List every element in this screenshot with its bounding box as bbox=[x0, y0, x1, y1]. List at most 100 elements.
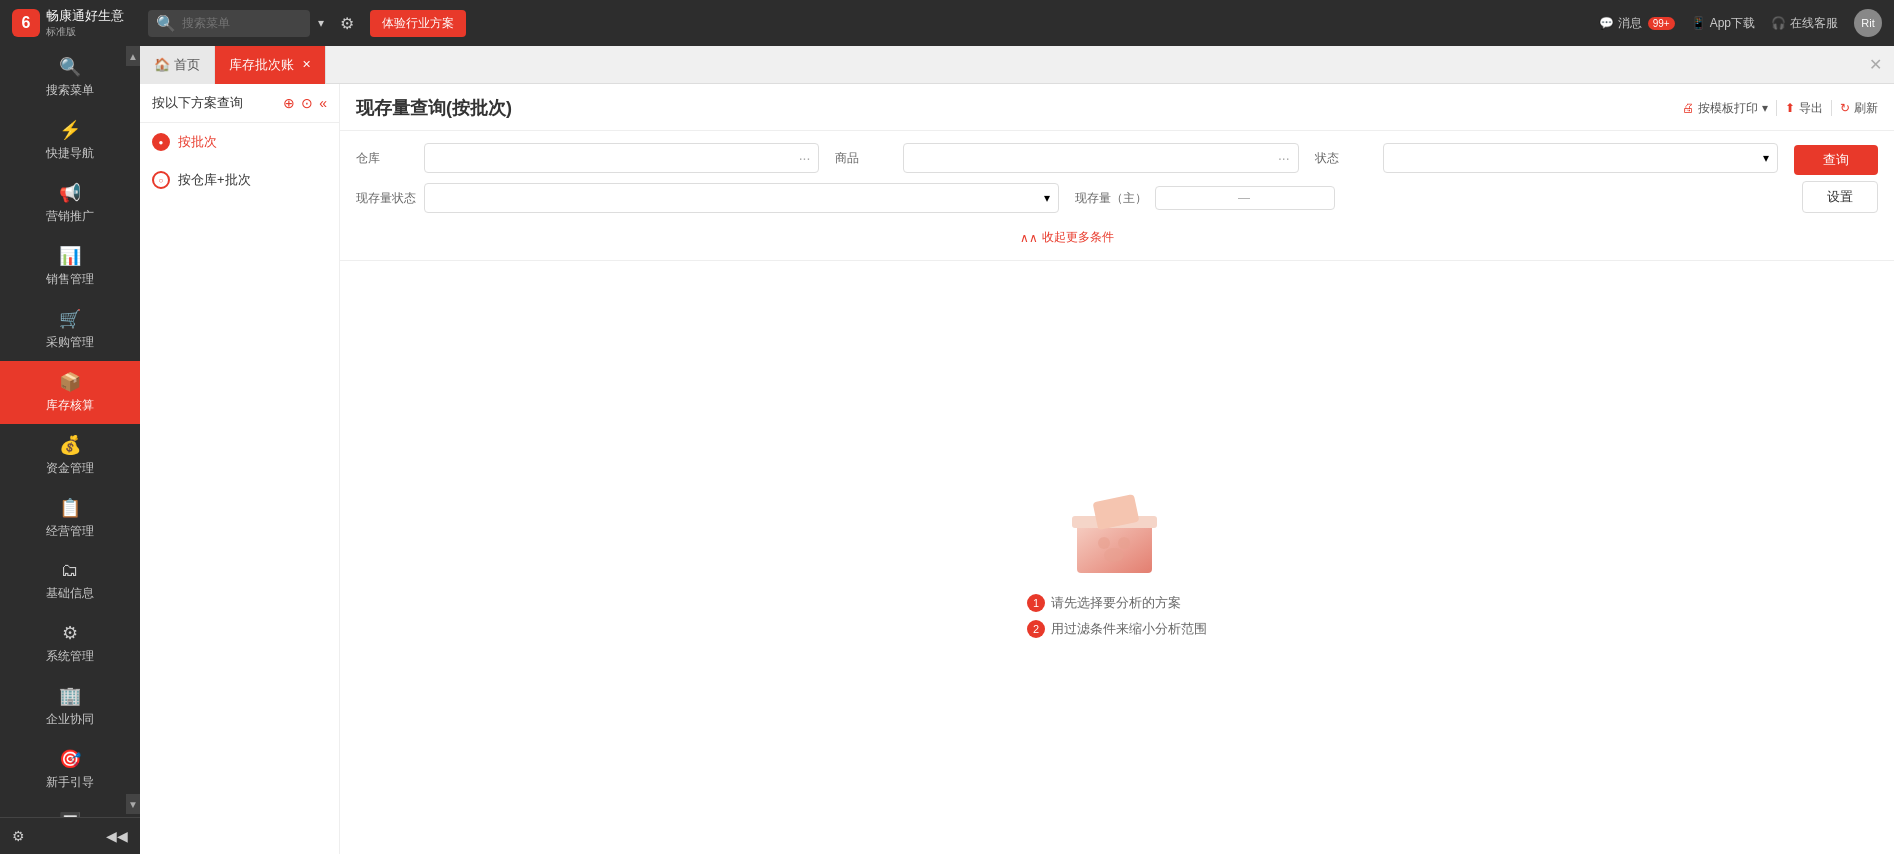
trial-btn[interactable]: 体验行业方案 bbox=[370, 10, 466, 37]
headset-icon: 🎧 bbox=[1771, 16, 1786, 30]
sidebar-item-basic[interactable]: 🗂 基础信息 bbox=[0, 550, 140, 612]
message-label: 消息 bbox=[1618, 15, 1642, 32]
sidebar-item-operations[interactable]: 📋 经营管理 bbox=[0, 487, 140, 550]
page-title: 现存量查询(按批次) bbox=[356, 96, 512, 120]
sidebar-item-purchase[interactable]: 🛒 采购管理 bbox=[0, 298, 140, 361]
scheme-collapse-btn[interactable]: « bbox=[319, 95, 327, 111]
sidebar-item-inventory[interactable]: 📦 库存核算 bbox=[0, 361, 140, 424]
divider-2 bbox=[1831, 100, 1832, 116]
tab-home-label: 首页 bbox=[174, 56, 200, 74]
empty-text: 1 请先选择要分析的方案 2 用过滤条件来缩小分析范围 bbox=[1027, 594, 1207, 638]
query-btn[interactable]: 查询 bbox=[1794, 145, 1878, 175]
tab-close-btn[interactable]: ✕ bbox=[302, 58, 311, 71]
product-label: 商品 bbox=[835, 150, 895, 167]
status-label: 状态 bbox=[1315, 150, 1375, 167]
page-content: 按以下方案查询 ⊕ ⊙ « ● 按批次 bbox=[140, 84, 1894, 854]
filter-stock-status-field: 现存量状态 ▾ bbox=[356, 183, 1059, 213]
sidebar-label-sales: 销售管理 bbox=[46, 271, 94, 288]
scheme-item-batch[interactable]: ● 按批次 bbox=[140, 123, 339, 161]
chevron-left-icon: « bbox=[319, 95, 327, 111]
avatar: Rit bbox=[1854, 9, 1882, 37]
sidebar-item-system[interactable]: ⚙ 系统管理 bbox=[0, 612, 140, 675]
sidebar-icon-appmarket: 🔲 bbox=[59, 811, 81, 817]
sidebar-item-search[interactable]: 🔍 搜索菜单 bbox=[0, 46, 140, 109]
tab-inventory-batch[interactable]: 库存批次账 ✕ bbox=[215, 46, 326, 84]
main-layout: ▲ 🔍 搜索菜单 ⚡ 快捷导航 📢 营销推广 📊 销售管理 🛒 采购管理 📦 库… bbox=[0, 46, 1894, 854]
sidebar-icon-basic: 🗂 bbox=[61, 560, 79, 581]
header-dropdown-btn[interactable]: ▾ bbox=[318, 16, 324, 30]
sidebar-item-marketing[interactable]: 📢 营销推广 bbox=[0, 172, 140, 235]
product-dots: ··· bbox=[1278, 150, 1290, 166]
sidebar-item-appmarket[interactable]: 🔲 应用中心 bbox=[0, 801, 140, 817]
app-download-label: App下载 bbox=[1710, 15, 1755, 32]
sidebar-item-sales[interactable]: 📊 销售管理 bbox=[0, 235, 140, 298]
svg-point-4 bbox=[1118, 537, 1130, 549]
empty-num-2: 2 bbox=[1027, 620, 1045, 638]
stock-qty-label: 现存量（主） bbox=[1075, 190, 1147, 207]
sidebar-item-newguide[interactable]: 🎯 新手引导 bbox=[0, 738, 140, 801]
page-title-actions: 🖨 按模板打印 ▾ ⬆ 导出 ↻ 刷新 bbox=[1682, 100, 1878, 117]
search-input[interactable] bbox=[182, 16, 302, 30]
sidebar-collapse-btn[interactable]: ◀◀ bbox=[106, 828, 128, 844]
filter-area: 仓库 ··· 商品 bbox=[340, 131, 1894, 261]
status-dropdown[interactable]: ▾ bbox=[1383, 143, 1778, 173]
app-version: 标准版 bbox=[46, 25, 124, 39]
warehouse-label: 仓库 bbox=[356, 150, 416, 167]
empty-hint-1-text: 请先选择要分析的方案 bbox=[1051, 594, 1181, 612]
sidebar-icon-operations: 📋 bbox=[59, 497, 81, 519]
online-service-action[interactable]: 🎧 在线客服 bbox=[1771, 15, 1838, 32]
empty-hint-2-text: 用过滤条件来缩小分析范围 bbox=[1051, 620, 1207, 638]
sidebar-item-quicknav[interactable]: ⚡ 快捷导航 bbox=[0, 109, 140, 172]
sidebar-label-purchase: 采购管理 bbox=[46, 334, 94, 351]
export-label: 导出 bbox=[1799, 100, 1823, 117]
page-title-bar: 现存量查询(按批次) 🖨 按模板打印 ▾ ⬆ 导出 bbox=[340, 84, 1894, 131]
main-area: 现存量查询(按批次) 🖨 按模板打印 ▾ ⬆ 导出 bbox=[340, 84, 1894, 854]
stock-qty-min-input[interactable] bbox=[1164, 191, 1234, 205]
sidebar-item-enterprise[interactable]: 🏢 企业协同 bbox=[0, 675, 140, 738]
home-icon: 🏠 bbox=[154, 57, 170, 72]
sidebar-scroll: 🔍 搜索菜单 ⚡ 快捷导航 📢 营销推广 📊 销售管理 🛒 采购管理 📦 库存核… bbox=[0, 46, 140, 817]
tab-add-btn[interactable]: ✕ bbox=[1857, 55, 1894, 74]
print-btn[interactable]: 🖨 按模板打印 ▾ bbox=[1682, 100, 1768, 117]
header-gear-btn[interactable]: ⚙ bbox=[340, 14, 354, 33]
svg-point-3 bbox=[1098, 537, 1110, 549]
sidebar-scroll-down-btn[interactable]: ▼ bbox=[126, 794, 140, 814]
product-input[interactable]: ··· bbox=[903, 143, 1298, 173]
sidebar-label-enterprise: 企业协同 bbox=[46, 711, 94, 728]
sidebar-label-newguide: 新手引导 bbox=[46, 774, 94, 791]
filter-product-field: 商品 ··· bbox=[835, 143, 1298, 173]
export-btn[interactable]: ⬆ 导出 bbox=[1785, 100, 1823, 117]
sidebar-label-search: 搜索菜单 bbox=[46, 82, 94, 99]
range-dash: — bbox=[1238, 191, 1250, 205]
search-bar[interactable]: 🔍 bbox=[148, 10, 310, 37]
scheme-batch-icon: ● bbox=[152, 133, 170, 151]
sidebar-icon-purchase: 🛒 bbox=[59, 308, 81, 330]
scheme-item-warehouse-batch[interactable]: ○ 按仓库+批次 bbox=[140, 161, 339, 199]
filter-actions-row: ∧∧ 收起更多条件 bbox=[356, 223, 1778, 248]
sidebar-icon-finance: 💰 bbox=[59, 434, 81, 456]
empty-num-1: 1 bbox=[1027, 594, 1045, 612]
stock-status-label: 现存量状态 bbox=[356, 190, 416, 207]
scheme-warehouse-batch-icon: ○ bbox=[152, 171, 170, 189]
scheme-batch-label: 按批次 bbox=[178, 133, 217, 151]
search-icon: 🔍 bbox=[156, 14, 176, 33]
collapse-btn[interactable]: ∧∧ 收起更多条件 bbox=[1020, 229, 1114, 246]
stock-status-dropdown[interactable]: ▾ bbox=[424, 183, 1059, 213]
target-icon: ⊙ bbox=[301, 95, 313, 111]
warehouse-input[interactable]: ··· bbox=[424, 143, 819, 173]
tab-home[interactable]: 🏠 首页 bbox=[140, 46, 215, 84]
chevron-up-icon: ∧∧ bbox=[1020, 231, 1038, 245]
refresh-btn[interactable]: ↻ 刷新 bbox=[1840, 100, 1878, 117]
sidebar-settings-btn[interactable]: ⚙ bbox=[12, 828, 25, 844]
app-download-action[interactable]: 📱 App下载 bbox=[1691, 15, 1755, 32]
sidebar-bottom: ⚙ ◀◀ bbox=[0, 817, 140, 854]
stock-qty-max-input[interactable] bbox=[1254, 191, 1324, 205]
scheme-settings-btn[interactable]: ⊙ bbox=[301, 95, 313, 111]
filter-row-2: 现存量状态 ▾ 现存量（主） bbox=[356, 183, 1778, 213]
message-action[interactable]: 💬 消息 99+ bbox=[1599, 15, 1675, 32]
filter-settings-btn[interactable]: 设置 bbox=[1802, 181, 1878, 213]
user-area[interactable]: Rit bbox=[1854, 9, 1882, 37]
scheme-add-btn[interactable]: ⊕ bbox=[283, 95, 295, 111]
sidebar-item-finance[interactable]: 💰 资金管理 bbox=[0, 424, 140, 487]
divider-1 bbox=[1776, 100, 1777, 116]
